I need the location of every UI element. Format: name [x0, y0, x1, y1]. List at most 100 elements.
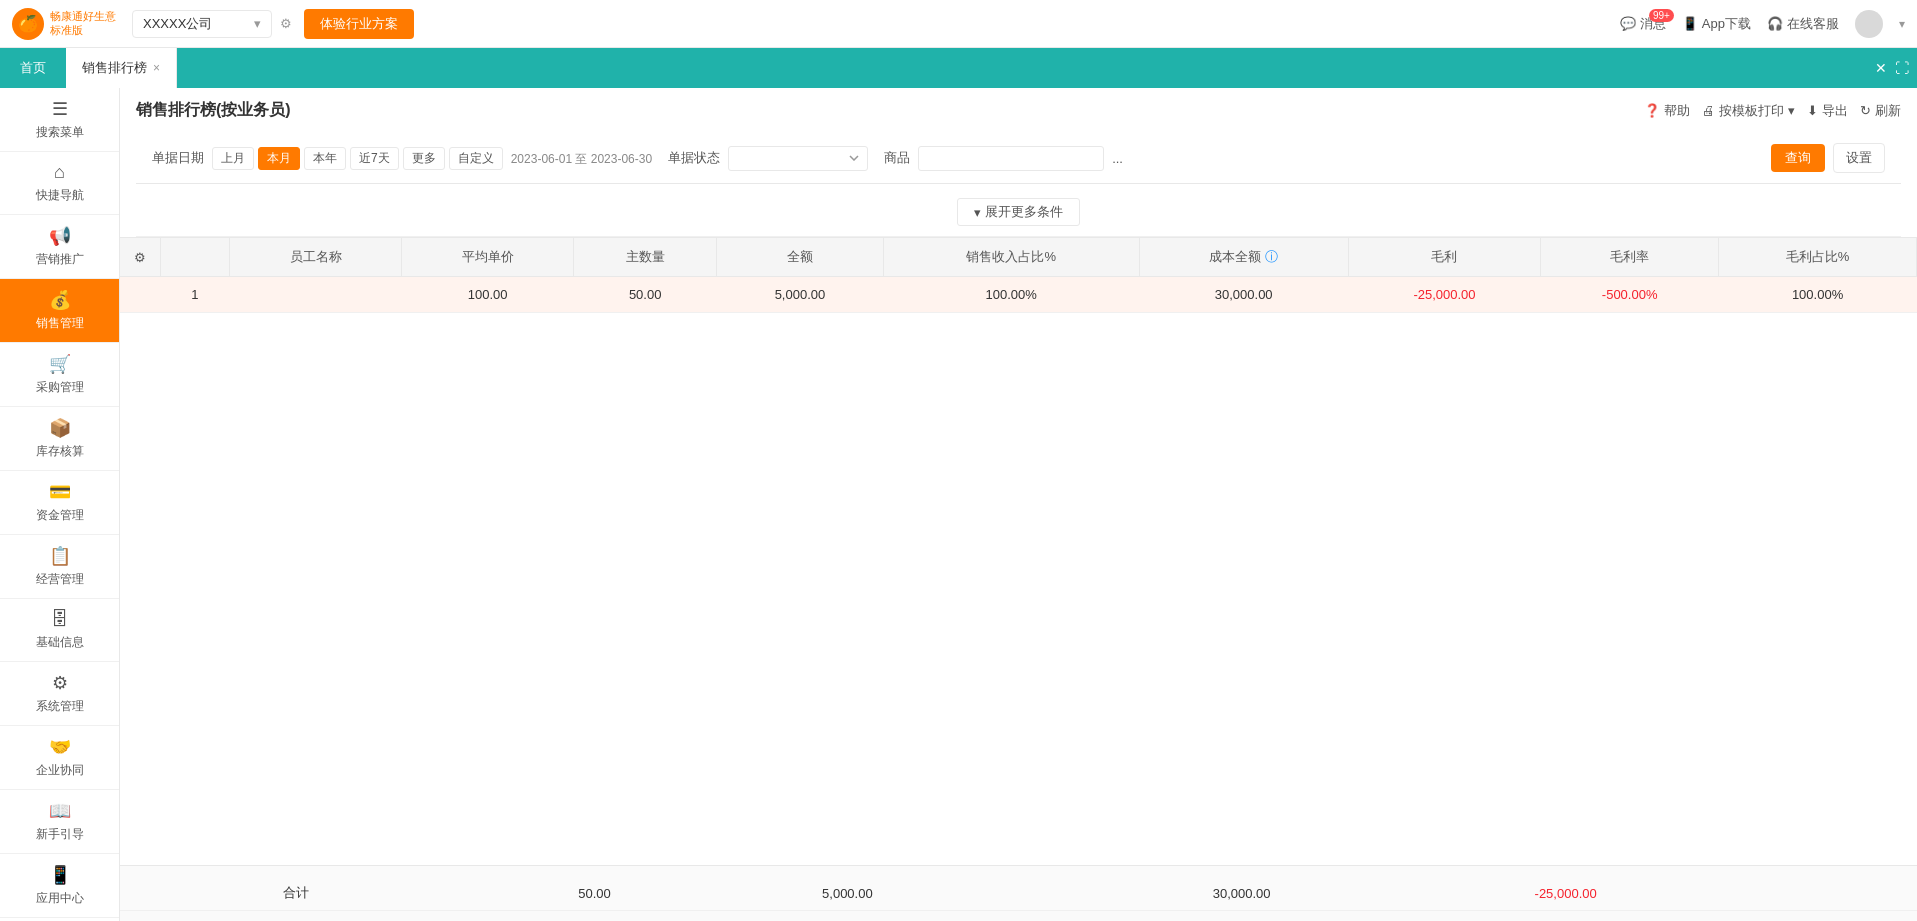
header-actions: ❓ 帮助 🖨 按模板打印 ▾ ⬇ 导出 ↻ 刷新 [1644, 102, 1901, 120]
sidebar-item-system[interactable]: ⚙ 系统管理 [0, 662, 119, 726]
cell-settings [120, 277, 160, 313]
sidebar-item-quick-nav[interactable]: ⌂ 快捷导航 [0, 152, 119, 215]
cost-info-icon[interactable]: ⓘ [1265, 249, 1278, 264]
sidebar-item-search-order[interactable]: ☰ 搜索菜单 [0, 88, 119, 152]
user-name: ▾ [1899, 17, 1905, 31]
query-button[interactable]: 查询 [1771, 144, 1825, 172]
operations-icon: 📋 [49, 545, 71, 567]
company-name: XXXXX公司 [143, 15, 212, 33]
inventory-icon: 📦 [49, 417, 71, 439]
top-bar: 🍊 畅康通好生意 标准版 XXXXX公司 ▾ ⚙ 体验行业方案 💬 消息 99+… [0, 0, 1917, 48]
maximize-icon[interactable]: ⛶ [1895, 60, 1909, 76]
print-button[interactable]: 🖨 按模板打印 ▾ [1702, 102, 1795, 120]
footer-total-label: 合计 [200, 876, 393, 911]
footer-table: 合计 50.00 5,000.00 30,000.00 -25,000.00 [120, 876, 1917, 911]
message-badge: 99+ [1649, 9, 1674, 22]
sales-ranking-table: ⚙ 员工名称 平均单价 主数量 全额 销售收入占比% 成本全额 ⓘ 毛利 毛利率… [120, 238, 1917, 313]
sidebar-label: 系统管理 [36, 698, 84, 715]
sidebar: ☰ 搜索菜单 ⌂ 快捷导航 📢 营销推广 💰 销售管理 🛒 采购管理 📦 库存核… [0, 88, 120, 921]
col-settings[interactable]: ⚙ [120, 238, 160, 277]
cell-rank: 1 [160, 277, 230, 313]
sidebar-item-marketing[interactable]: 📢 营销推广 [0, 215, 119, 279]
goods-filter-label: 商品 [884, 149, 910, 167]
date-btn-last-month[interactable]: 上月 [212, 147, 254, 170]
app-center-icon: 📱 [49, 864, 71, 886]
date-btn-this-month[interactable]: 本月 [258, 147, 300, 170]
tab-bar: 首页 销售排行榜 × ✕ ⛶ [0, 48, 1917, 88]
tab-home[interactable]: 首页 [0, 48, 66, 88]
company-selector[interactable]: XXXXX公司 ▾ [132, 10, 272, 38]
sidebar-label: 资金管理 [36, 507, 84, 524]
sidebar-label: 经营管理 [36, 571, 84, 588]
sidebar-item-guide[interactable]: 📖 新手引导 [0, 790, 119, 854]
tab-sales-ranking[interactable]: 销售排行榜 × [66, 48, 177, 88]
footer-rank-cell [160, 876, 200, 911]
message-button[interactable]: 💬 消息 99+ [1620, 15, 1666, 33]
refresh-button[interactable]: ↻ 刷新 [1860, 102, 1901, 120]
tab-bar-right: ✕ ⛶ [1875, 60, 1917, 76]
sidebar-item-purchase[interactable]: 🛒 采购管理 [0, 343, 119, 407]
sidebar-label: 销售管理 [36, 315, 84, 332]
date-btn-this-year[interactable]: 本年 [304, 147, 346, 170]
close-window-icon[interactable]: ✕ [1875, 60, 1887, 76]
purchase-icon: 🛒 [49, 353, 71, 375]
sidebar-label: 新手引导 [36, 826, 84, 843]
footer-settings-cell [120, 876, 160, 911]
goods-input[interactable] [918, 146, 1104, 171]
print-dropdown-icon: ▾ [1788, 103, 1795, 118]
date-btn-7days[interactable]: 近7天 [350, 147, 399, 170]
help-icon: ❓ [1644, 103, 1660, 118]
sidebar-item-collab[interactable]: 🤝 企业协同 [0, 726, 119, 790]
app-download-button[interactable]: 📱 App下载 [1682, 15, 1751, 33]
date-btn-custom[interactable]: 自定义 [449, 147, 503, 170]
expand-label: 展开更多条件 [985, 203, 1063, 221]
cell-avg-price: 100.00 [402, 277, 574, 313]
sidebar-item-finance[interactable]: 💳 资金管理 [0, 471, 119, 535]
footer-quantity: 50.00 [485, 876, 703, 911]
date-btn-group: 上月 本月 本年 近7天 更多 自定义 [212, 147, 503, 170]
status-filter-label: 单据状态 [668, 149, 720, 167]
user-avatar[interactable] [1855, 10, 1883, 38]
col-rank [160, 238, 230, 277]
page-title-row: 销售排行榜(按业务员) ❓ 帮助 🖨 按模板打印 ▾ ⬇ 导出 [136, 100, 1901, 121]
more-filters-btn[interactable]: ... [1112, 151, 1123, 166]
top-right-area: 💬 消息 99+ 📱 App下载 🎧 在线客服 ▾ [1620, 10, 1905, 38]
sidebar-item-inventory[interactable]: 📦 库存核算 [0, 407, 119, 471]
help-button[interactable]: ❓ 帮助 [1644, 102, 1690, 120]
footer-profit-rate [1732, 876, 1825, 911]
online-service-label: 在线客服 [1787, 15, 1839, 33]
sidebar-item-basic-info[interactable]: 🗄 基础信息 [0, 599, 119, 662]
cell-amount: 5,000.00 [717, 277, 884, 313]
cell-quantity: 50.00 [574, 277, 717, 313]
date-btn-more[interactable]: 更多 [403, 147, 445, 170]
online-service-button[interactable]: 🎧 在线客服 [1767, 15, 1839, 33]
system-icon: ⚙ [52, 672, 68, 694]
sidebar-label: 搜索菜单 [36, 124, 84, 141]
column-settings-icon[interactable]: ⚙ [134, 250, 146, 265]
col-avg-price: 平均单价 [402, 238, 574, 277]
col-profit-rate: 毛利率 [1541, 238, 1719, 277]
trial-button[interactable]: 体验行业方案 [304, 9, 414, 39]
main-layout: ☰ 搜索菜单 ⌂ 快捷导航 📢 营销推广 💰 销售管理 🛒 采购管理 📦 库存核… [0, 88, 1917, 921]
print-icon: 🖨 [1702, 103, 1715, 118]
filter-bar: 单据日期 上月 本月 本年 近7天 更多 自定义 2023-06-01 至 20… [136, 133, 1901, 184]
footer-profit-ratio [1824, 876, 1917, 911]
col-sales-ratio: 销售收入占比% [883, 238, 1139, 277]
sidebar-item-operations[interactable]: 📋 经营管理 [0, 535, 119, 599]
data-table-area: ⚙ 员工名称 平均单价 主数量 全额 销售收入占比% 成本全额 ⓘ 毛利 毛利率… [120, 238, 1917, 865]
expand-conditions-button[interactable]: ▾ 展开更多条件 [957, 198, 1080, 226]
company-settings-icon[interactable]: ⚙ [276, 12, 296, 35]
page-header: 销售排行榜(按业务员) ❓ 帮助 🖨 按模板打印 ▾ ⬇ 导出 [120, 88, 1917, 238]
export-button[interactable]: ⬇ 导出 [1807, 102, 1848, 120]
finance-icon: 💳 [49, 481, 71, 503]
sidebar-item-app-center[interactable]: 📱 应用中心 [0, 854, 119, 918]
chevron-down-icon: ▾ [974, 205, 981, 220]
tab-close-icon[interactable]: × [153, 61, 160, 75]
sidebar-item-sales-mgmt[interactable]: 💰 销售管理 [0, 279, 119, 343]
sales-icon: 💰 [49, 289, 71, 311]
footer-avg-price [393, 876, 486, 911]
cell-profit: -25,000.00 [1348, 277, 1540, 313]
status-select[interactable] [728, 146, 868, 171]
settings-button[interactable]: 设置 [1833, 143, 1885, 173]
chevron-down-icon: ▾ [254, 16, 261, 31]
